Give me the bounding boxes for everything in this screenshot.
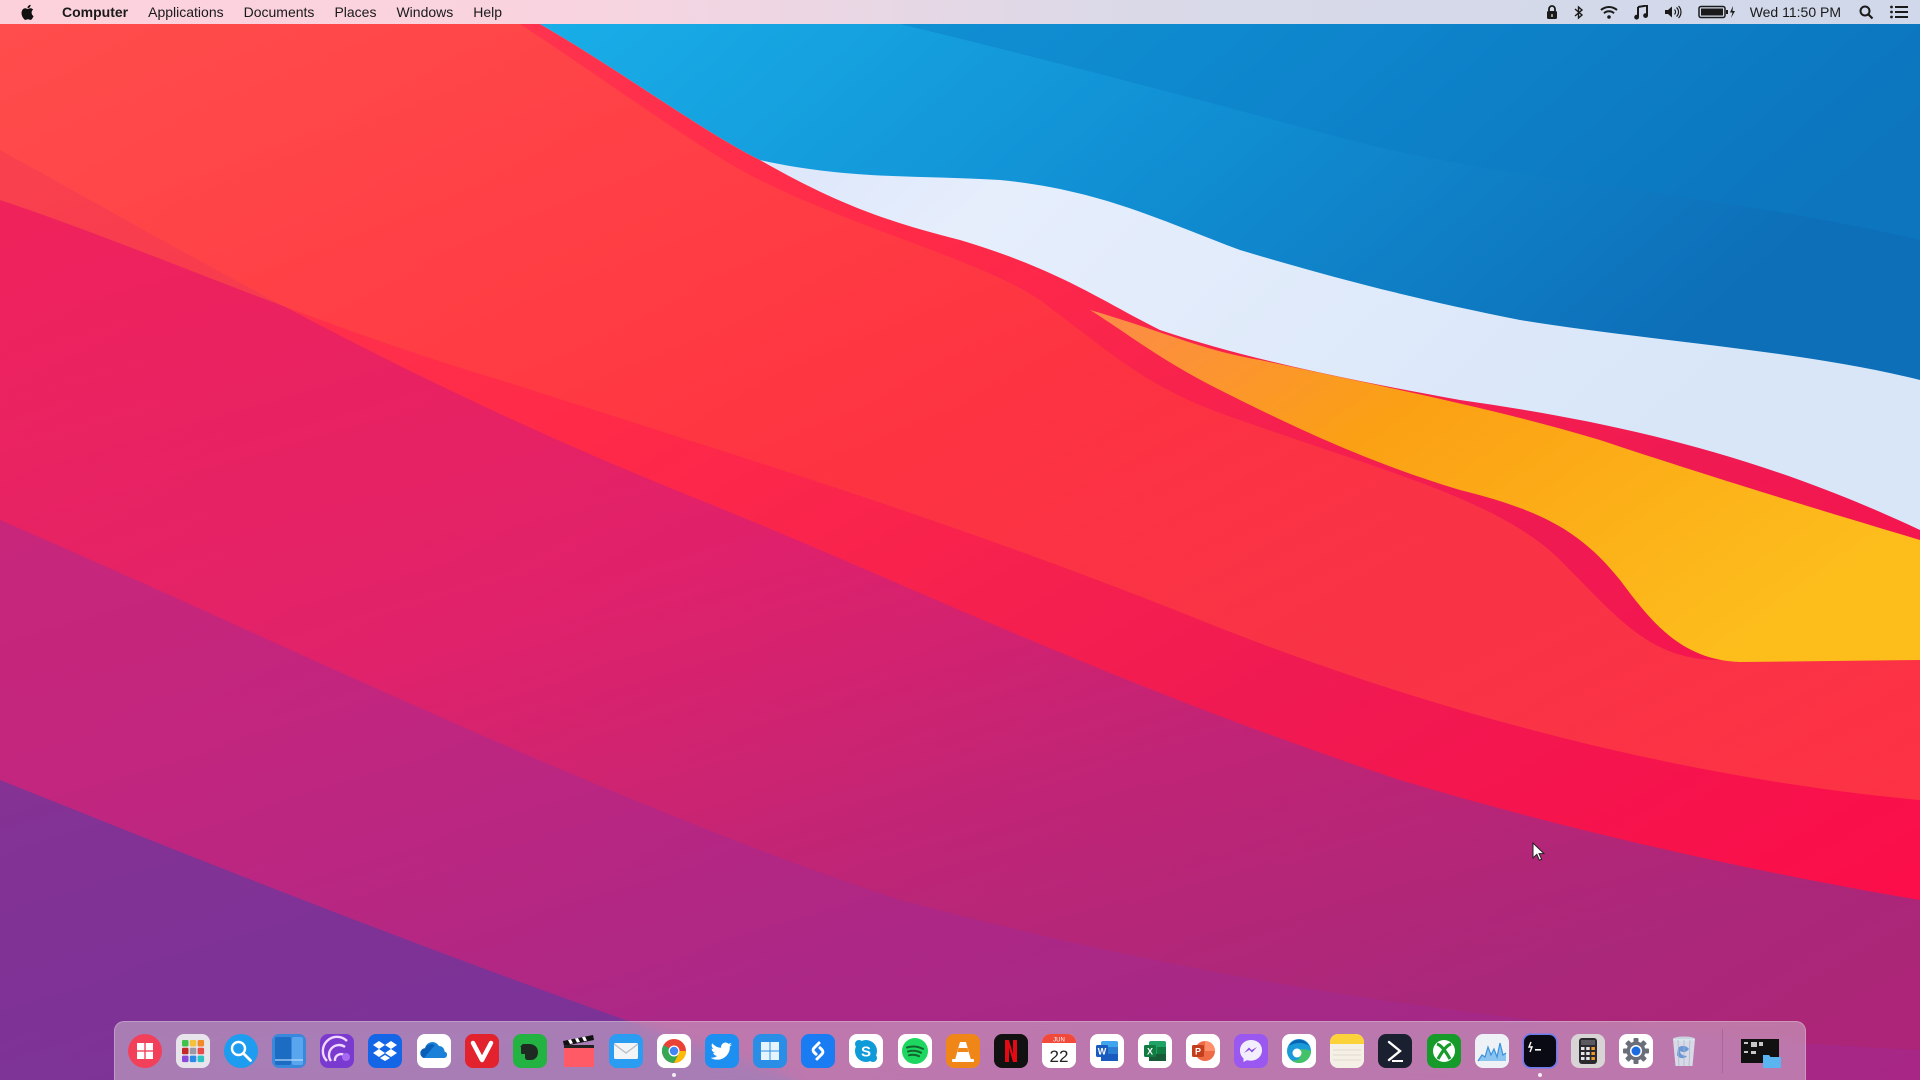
menu-bar: Computer Applications Documents Places W… — [0, 0, 1920, 24]
wifi-icon[interactable] — [1600, 0, 1618, 24]
messenger-icon — [1234, 1034, 1269, 1068]
launchpad-grid-icon — [176, 1034, 211, 1068]
shazam-icon — [801, 1034, 836, 1068]
skype-icon: S — [849, 1034, 884, 1068]
terminal-icon — [1522, 1033, 1558, 1069]
excel-icon: X — [1137, 1034, 1172, 1068]
desktop-wallpaper — [0, 0, 1920, 1080]
calculator-icon — [1570, 1034, 1605, 1068]
dock-item-minimized-window[interactable] — [1741, 1033, 1782, 1069]
elephant-icon — [512, 1034, 547, 1068]
powerpoint-icon: P — [1186, 1034, 1221, 1068]
windows11-icon — [753, 1034, 788, 1068]
terminal-prompt-icon — [1378, 1034, 1413, 1068]
menu-help[interactable]: Help — [463, 0, 512, 24]
dock-item-xbox[interactable] — [1426, 1033, 1462, 1069]
dock-item-excel[interactable]: X — [1137, 1033, 1173, 1069]
search-icon[interactable] — [1859, 0, 1874, 24]
bird-icon — [705, 1034, 740, 1068]
clock[interactable]: Wed 11:50 PM — [1750, 4, 1841, 20]
dropbox-icon — [368, 1034, 403, 1068]
gear-icon — [1618, 1034, 1653, 1068]
menu-computer[interactable]: Computer — [52, 0, 138, 24]
activity-graph-icon — [1474, 1034, 1509, 1068]
svg-text:X: X — [1147, 1047, 1153, 1057]
mouse-cursor — [1532, 842, 1546, 861]
dock-item-windows-start[interactable] — [127, 1033, 163, 1069]
notes-icon — [1330, 1034, 1365, 1068]
dock-item-trash[interactable] — [1666, 1033, 1702, 1069]
magnifier-icon — [224, 1034, 259, 1068]
dock-item-powerpoint[interactable]: P — [1185, 1033, 1221, 1069]
word-icon: W — [1089, 1034, 1124, 1068]
dock-item-movies[interactable] — [560, 1033, 596, 1069]
window-thumbnail-icon — [1741, 1039, 1782, 1068]
cloud-icon — [416, 1034, 451, 1068]
vivaldi-icon — [464, 1034, 499, 1068]
menu-applications[interactable]: Applications — [138, 0, 234, 24]
dock-item-messenger[interactable] — [1233, 1033, 1269, 1069]
volume-icon[interactable] — [1664, 0, 1682, 24]
dock: S JUN 22 W X P — [114, 1021, 1806, 1080]
dock-item-skype[interactable]: S — [848, 1033, 884, 1069]
clapperboard-icon — [562, 1035, 594, 1067]
window-panels-icon — [272, 1034, 307, 1068]
calendar-day: 22 — [1049, 1047, 1068, 1066]
calendar-icon: JUN 22 — [1041, 1034, 1076, 1068]
svg-text:W: W — [1098, 1047, 1107, 1057]
dock-item-dropbox[interactable] — [367, 1033, 403, 1069]
menu-places[interactable]: Places — [324, 0, 386, 24]
dock-item-system-preferences[interactable] — [1618, 1033, 1654, 1069]
calendar-month: JUN — [1053, 1038, 1065, 1044]
dock-item-edge[interactable] — [1281, 1033, 1317, 1069]
bluetooth-icon[interactable] — [1574, 0, 1584, 24]
svg-text:P: P — [1195, 1047, 1201, 1057]
dock-item-vlc[interactable] — [945, 1033, 981, 1069]
dock-item-launchpad[interactable] — [175, 1033, 211, 1069]
dock-item-netflix[interactable] — [993, 1033, 1029, 1069]
windows-logo-icon — [128, 1034, 162, 1068]
spotify-icon — [897, 1034, 932, 1068]
dock-item-spotify[interactable] — [897, 1033, 933, 1069]
dock-item-shazam[interactable] — [800, 1033, 836, 1069]
dock-item-onedrive[interactable] — [416, 1033, 452, 1069]
dock-item-activity-monitor[interactable] — [1474, 1033, 1510, 1069]
envelope-icon — [608, 1034, 643, 1068]
dock-item-terminal[interactable] — [1522, 1033, 1558, 1077]
running-indicator — [1537, 1073, 1542, 1077]
menu-documents[interactable]: Documents — [234, 0, 325, 24]
dock-separator — [1722, 1029, 1724, 1073]
dock-item-search[interactable] — [223, 1033, 259, 1069]
dock-item-calendar[interactable]: JUN 22 — [1041, 1033, 1077, 1069]
list-icon[interactable] — [1890, 0, 1908, 24]
swirl-icon — [320, 1034, 355, 1068]
dock-item-evernote[interactable] — [512, 1033, 548, 1069]
battery-charging-icon[interactable] — [1697, 0, 1736, 24]
dock-item-powershell[interactable] — [1377, 1033, 1413, 1069]
trash-icon — [1673, 1036, 1695, 1067]
dock-item-twitter[interactable] — [704, 1033, 740, 1069]
running-indicator — [672, 1073, 677, 1077]
music-note-icon[interactable] — [1633, 0, 1648, 24]
xbox-icon — [1426, 1034, 1461, 1068]
dock-item-windows11[interactable] — [752, 1033, 788, 1069]
dock-item-calculator[interactable] — [1570, 1033, 1606, 1069]
dock-item-chrome[interactable] — [656, 1033, 692, 1077]
edge-icon — [1282, 1034, 1317, 1068]
dock-item-mail[interactable] — [608, 1033, 644, 1069]
dock-item-desktop-switcher[interactable] — [271, 1033, 307, 1069]
dock-item-word[interactable]: W — [1089, 1033, 1125, 1069]
dock-item-vivaldi[interactable] — [464, 1033, 500, 1069]
traffic-cone-icon — [945, 1034, 980, 1068]
apple-menu-icon[interactable] — [18, 3, 36, 21]
chrome-icon — [657, 1034, 692, 1068]
dock-item-torrent[interactable] — [319, 1033, 355, 1069]
svg-text:S: S — [861, 1044, 871, 1061]
dock-item-notes[interactable] — [1329, 1033, 1365, 1069]
lock-icon[interactable] — [1546, 0, 1558, 24]
netflix-icon — [993, 1034, 1028, 1068]
menu-windows[interactable]: Windows — [386, 0, 463, 24]
